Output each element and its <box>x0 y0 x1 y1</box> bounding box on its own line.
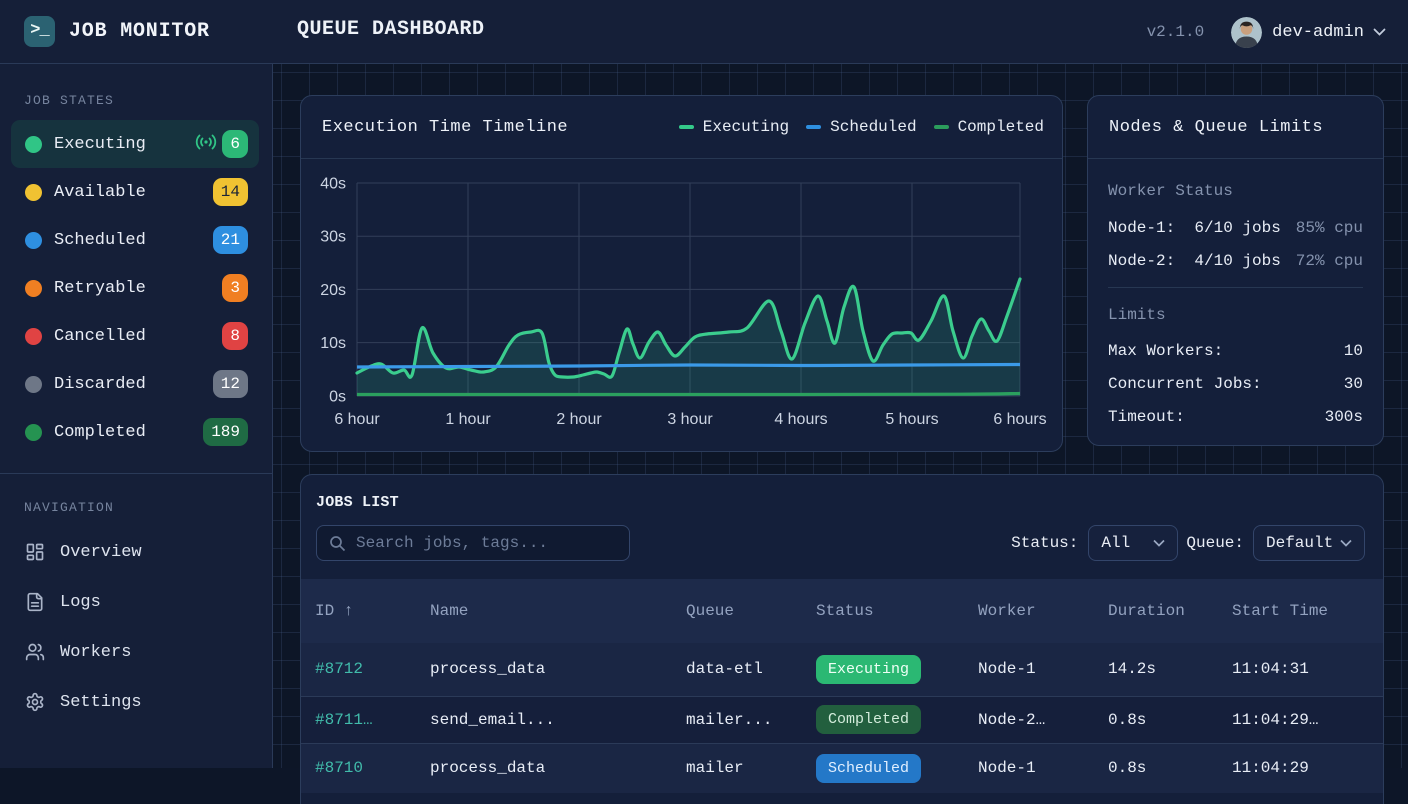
svg-text:10s: 10s <box>320 335 346 352</box>
svg-text:6 hour: 6 hour <box>334 411 380 428</box>
svg-text:1 hour: 1 hour <box>445 411 491 428</box>
svg-text:5 hours: 5 hours <box>885 411 938 428</box>
svg-text:30s: 30s <box>320 229 346 246</box>
svg-text:2 hour: 2 hour <box>556 411 602 428</box>
svg-text:40s: 40s <box>320 176 346 193</box>
svg-text:20s: 20s <box>320 282 346 299</box>
svg-text:3 hour: 3 hour <box>667 411 713 428</box>
svg-text:6 hours: 6 hours <box>993 411 1046 428</box>
svg-text:4 hours: 4 hours <box>774 411 827 428</box>
svg-text:0s: 0s <box>329 389 346 406</box>
